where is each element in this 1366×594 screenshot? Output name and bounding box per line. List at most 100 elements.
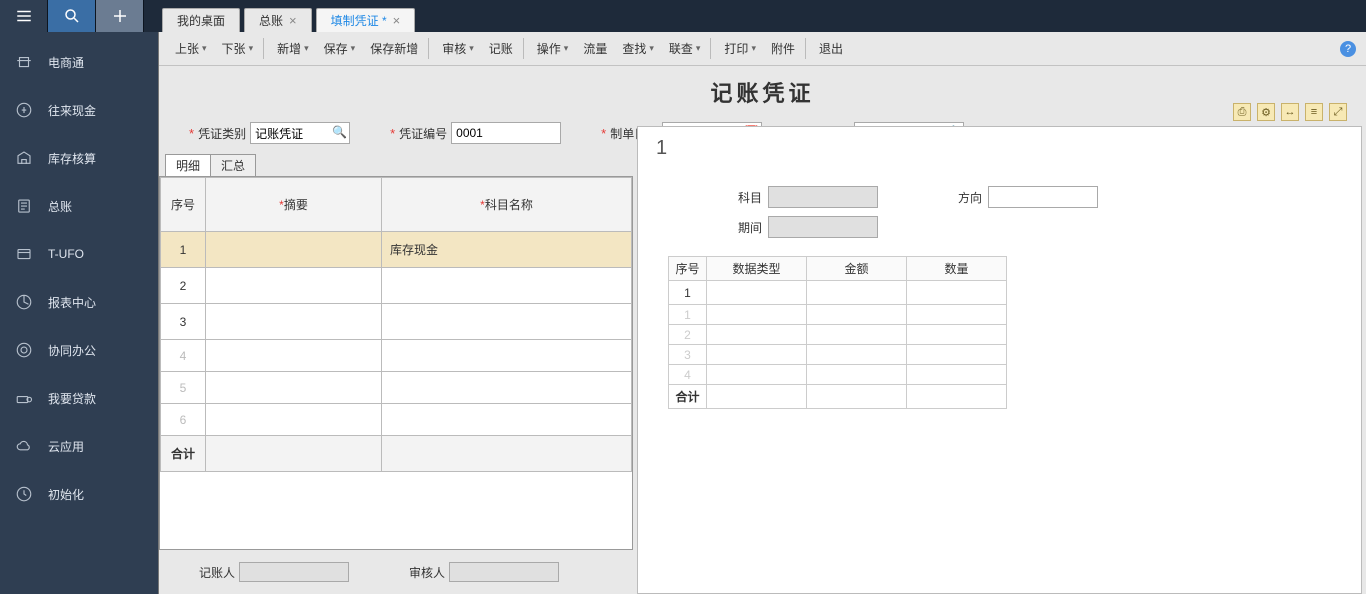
table-row[interactable]: 3: [161, 304, 632, 340]
panel-title: 1: [648, 133, 1351, 176]
table-row[interactable]: 5: [161, 372, 632, 404]
checker-input[interactable]: [449, 562, 559, 582]
sidebar-item-cloud[interactable]: 云应用: [0, 422, 158, 470]
sidebar-item-inventory[interactable]: 库存核算: [0, 134, 158, 182]
toolbar-save[interactable]: 保存▾: [318, 38, 362, 59]
cell-summary[interactable]: [206, 268, 382, 304]
sidebar-item-loan[interactable]: 我要贷款: [0, 374, 158, 422]
caret-down-icon: ▾: [649, 43, 654, 54]
direction-input[interactable]: [988, 186, 1098, 208]
table-row[interactable]: 1 库存现金: [161, 232, 632, 268]
field-voucher-num: * 凭证编号: [390, 122, 561, 144]
field-label: 方向: [958, 189, 982, 206]
toolbar-prev[interactable]: 上张▾: [169, 38, 213, 59]
grid-header-summary: *摘要: [206, 178, 382, 232]
toolbar-print[interactable]: 打印▾: [718, 38, 762, 59]
toolbar-exit[interactable]: 退出: [813, 38, 849, 59]
preparer-input[interactable]: [239, 562, 349, 582]
tab-ledger[interactable]: 总账 ×: [244, 8, 312, 32]
caret-down-icon: ▾: [351, 43, 356, 54]
cell-summary[interactable]: [206, 304, 382, 340]
cell-subject[interactable]: [382, 268, 632, 304]
close-icon[interactable]: ×: [393, 13, 401, 28]
toolbar-flow[interactable]: 流量: [577, 38, 613, 59]
field-label: 凭证编号: [399, 125, 447, 142]
sidebar-item-label: 报表中心: [48, 294, 96, 311]
field-period: 期间: [738, 216, 878, 238]
toolbar-save-new[interactable]: 保存新增: [364, 38, 429, 59]
sidebar-item-report[interactable]: 报表中心: [0, 278, 158, 326]
report-icon: [14, 292, 34, 312]
table-row[interactable]: 3: [669, 345, 1007, 365]
new-button[interactable]: [96, 0, 144, 32]
inventory-icon: [14, 148, 34, 168]
action-icon-3[interactable]: ↔: [1281, 103, 1299, 121]
sidebar-item-init[interactable]: 初始化: [0, 470, 158, 518]
caret-down-icon: ▾: [202, 43, 207, 54]
panel-action-icons: ⎙ ⚙ ↔ ≡ ⤢: [1233, 103, 1347, 121]
table-row[interactable]: 2: [669, 325, 1007, 345]
caret-down-icon: ▾: [564, 43, 569, 54]
sidebar-item-label: 我要贷款: [48, 390, 96, 407]
sidebar-item-ecommerce[interactable]: 电商通: [0, 38, 158, 86]
voucher-title: 记账凭证: [159, 66, 1366, 116]
action-icon-5[interactable]: ⤢: [1329, 103, 1347, 121]
cell-summary[interactable]: [206, 232, 382, 268]
table-row[interactable]: 2: [161, 268, 632, 304]
subtab-detail[interactable]: 明细: [165, 154, 211, 176]
tab-desktop[interactable]: 我的桌面: [162, 8, 240, 32]
period-input[interactable]: [768, 216, 878, 238]
action-icon-4[interactable]: ≡: [1305, 103, 1323, 121]
hamburger-menu-button[interactable]: [0, 0, 48, 32]
lookup-icon[interactable]: 🔍: [332, 125, 347, 139]
loan-icon: [14, 388, 34, 408]
close-icon[interactable]: ×: [289, 13, 297, 28]
sidebar-item-collab[interactable]: 协同办公: [0, 326, 158, 374]
cell-subject[interactable]: [382, 304, 632, 340]
field-label: 期间: [738, 219, 762, 236]
toolbar-audit[interactable]: 审核▾: [436, 38, 480, 59]
toolbar-operate[interactable]: 操作▾: [531, 38, 575, 59]
table-row[interactable]: 4: [669, 365, 1007, 385]
mini-header-amount: 金额: [807, 257, 907, 281]
sidebar-item-label: T-UFO: [48, 247, 84, 261]
table-row[interactable]: 6: [161, 404, 632, 436]
cell-subject[interactable]: 库存现金: [382, 232, 632, 268]
grid-header-seq: 序号: [161, 178, 206, 232]
grid-total-row: 合计: [161, 436, 632, 472]
table-row[interactable]: 4: [161, 340, 632, 372]
mini-total-row: 合计: [669, 385, 1007, 409]
subject-input[interactable]: [768, 186, 878, 208]
toolbar-next[interactable]: 下张▾: [216, 38, 265, 59]
field-label: 审核人: [409, 564, 445, 581]
toolbar-query[interactable]: 查找▾: [616, 38, 660, 59]
mini-header-seq: 序号: [669, 257, 707, 281]
tab-voucher[interactable]: 填制凭证 * ×: [316, 8, 416, 32]
table-row[interactable]: 1: [669, 305, 1007, 325]
field-preparer: 记账人: [199, 562, 349, 582]
caret-down-icon: ▾: [751, 43, 756, 54]
field-label: 记账人: [199, 564, 235, 581]
toolbar-post[interactable]: 记账: [483, 38, 524, 59]
toolbar-linkage[interactable]: 联查▾: [663, 38, 712, 59]
sidebar-item-ledger[interactable]: 总账: [0, 182, 158, 230]
sidebar-item-tufo[interactable]: T-UFO: [0, 230, 158, 278]
voucher-footer-fields: 记账人 审核人: [159, 550, 633, 594]
field-voucher-type: * 凭证类别 🔍: [189, 122, 350, 144]
action-icon-1[interactable]: ⎙: [1233, 103, 1251, 121]
action-icon-2[interactable]: ⚙: [1257, 103, 1275, 121]
sidebar-item-cash[interactable]: 往来现金: [0, 86, 158, 134]
subtab-summary[interactable]: 汇总: [210, 154, 256, 176]
voucher-num-input[interactable]: [451, 122, 561, 144]
toolbar-add[interactable]: 新增▾: [271, 38, 315, 59]
field-subject: 科目: [738, 186, 878, 208]
global-search-button[interactable]: [48, 0, 96, 32]
table-row[interactable]: 1: [669, 281, 1007, 305]
sidebar-item-label: 库存核算: [48, 150, 96, 167]
help-button[interactable]: ?: [1340, 41, 1356, 57]
sidebar-item-label: 总账: [48, 198, 72, 215]
grid-header-subject: *科目名称: [382, 178, 632, 232]
init-icon: [14, 484, 34, 504]
toolbar-attach[interactable]: 附件: [765, 38, 806, 59]
field-label: 凭证类别: [198, 125, 246, 142]
